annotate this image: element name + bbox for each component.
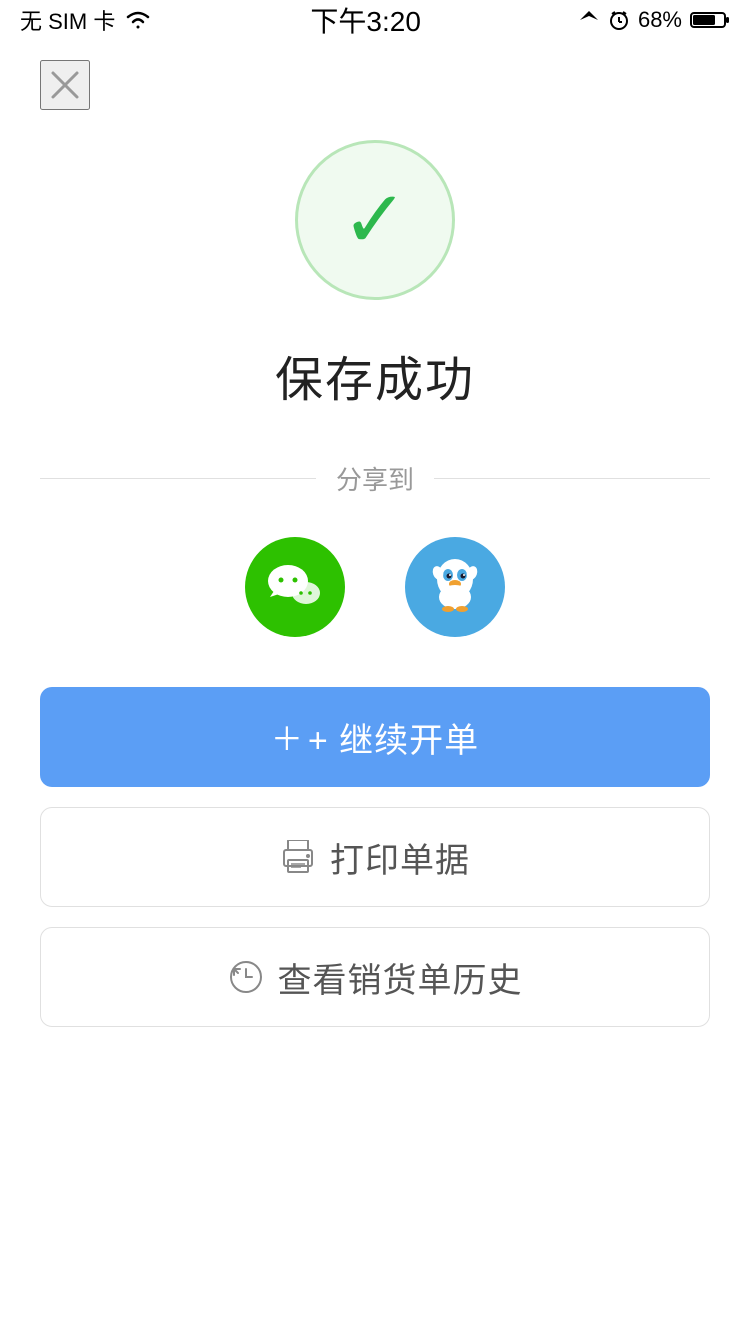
close-button[interactable] — [40, 60, 90, 110]
continue-button[interactable]: ＋ + 继续开单 — [40, 687, 710, 787]
share-icons — [40, 537, 710, 637]
close-icon — [47, 67, 83, 103]
share-section: 分享到 — [40, 460, 710, 637]
print-label: 打印单据 — [330, 833, 470, 882]
action-buttons: ＋ + 继续开单 打印单据 查看销货单历史 — [40, 687, 710, 1027]
wechat-share-button[interactable] — [245, 537, 345, 637]
history-button[interactable]: 查看销货单历史 — [40, 927, 710, 1027]
continue-label: + 继续开单 — [308, 713, 479, 762]
location-icon — [578, 9, 600, 31]
history-icon — [228, 959, 264, 995]
battery-icon — [690, 9, 730, 31]
divider-left — [40, 478, 316, 479]
qq-share-button[interactable] — [405, 537, 505, 637]
no-sim-label: 无 SIM 卡 — [20, 4, 115, 36]
alarm-icon — [608, 9, 630, 31]
qq-icon — [426, 557, 484, 617]
success-title: 保存成功 — [275, 340, 475, 410]
status-time: 下午3:20 — [153, 0, 578, 40]
wechat-icon — [264, 561, 326, 613]
status-right: 68% — [578, 7, 730, 33]
share-divider: 分享到 — [40, 460, 710, 497]
print-button[interactable]: 打印单据 — [40, 807, 710, 907]
share-label: 分享到 — [336, 460, 414, 497]
battery-label: 68% — [638, 7, 682, 33]
main-content: ✓ 保存成功 分享到 — [0, 40, 750, 1067]
status-left: 无 SIM 卡 — [20, 4, 153, 36]
success-circle: ✓ — [295, 140, 455, 300]
history-label: 查看销货单历史 — [278, 953, 523, 1002]
divider-right — [434, 478, 710, 479]
status-bar: 无 SIM 卡 下午3:20 68% — [0, 0, 750, 40]
print-icon — [280, 840, 316, 874]
plus-icon: ＋ — [271, 714, 304, 760]
checkmark-icon: ✓ — [341, 180, 408, 260]
wifi-icon — [123, 9, 153, 31]
